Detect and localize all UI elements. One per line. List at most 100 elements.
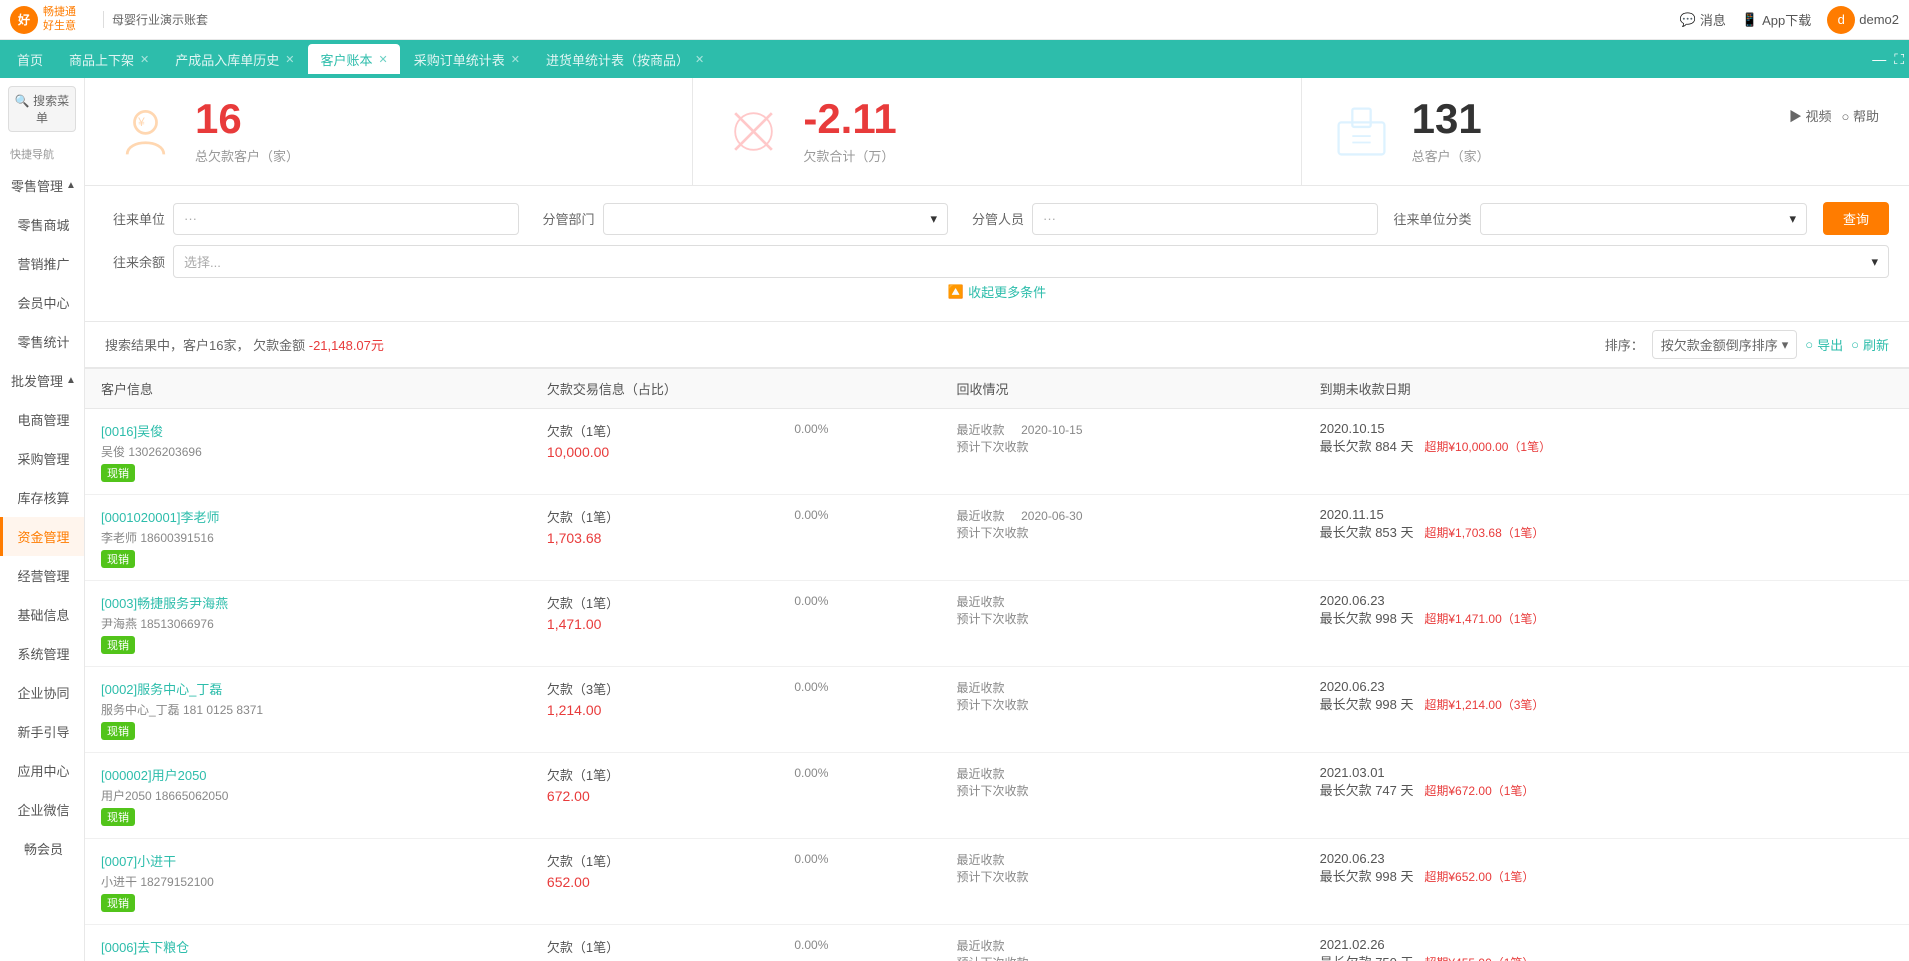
col-debt-info: 欠款交易信息（占比） [531, 369, 941, 409]
debt-amount-3[interactable]: 1,214.00 [547, 702, 754, 718]
col-customer-info: 客户信息 [85, 369, 531, 409]
customer-name-1[interactable]: [0001020001]李老师 [101, 507, 515, 526]
sidebar-ecommerce-label: 电商管理 [17, 413, 69, 428]
tab-stock-stats[interactable]: 进货单统计表（按商品） ✕ [534, 44, 716, 74]
sidebar-item-vip[interactable]: 畅会员 [0, 829, 84, 868]
collapse-label: 收起更多条件 [968, 282, 1046, 301]
sidebar-item-retail-stats[interactable]: 零售统计 [0, 322, 84, 361]
payment-label-6: 最近收款 [956, 937, 1287, 954]
sidebar-item-guide[interactable]: 新手引导 [0, 712, 84, 751]
overdue-info-2: 最长欠款 998 天 超期¥1,471.00（1笔） [1320, 608, 1893, 627]
sidebar-item-ecommerce[interactable]: 电商管理 [0, 400, 84, 439]
sidebar-item-finance[interactable]: 资金管理 [0, 517, 84, 556]
tab-purchase-stats[interactable]: 采购订单统计表 ✕ [402, 44, 532, 74]
tab-product-listing[interactable]: 商品上下架 ✕ [57, 44, 161, 74]
customer-name-0[interactable]: [0016]吴俊 [101, 421, 515, 440]
sidebar-item-enterprise[interactable]: 企业协同 [0, 673, 84, 712]
collapse-button[interactable]: 🔼 收起更多条件 [105, 282, 1889, 301]
sidebar-item-apps[interactable]: 应用中心 [0, 751, 84, 790]
debt-amount-5[interactable]: 652.00 [547, 874, 754, 890]
logo-text: 畅捷通好生意 [43, 6, 76, 32]
stat-debt-amount: -2.11 欠款合计（万） [693, 78, 1301, 185]
tab-stock-history[interactable]: 产成品入库单历史 ✕ [163, 44, 306, 74]
export-button[interactable]: ○ 导出 [1805, 335, 1843, 354]
tab-stock-stats-close[interactable]: ✕ [695, 53, 704, 66]
tab-home[interactable]: 首页 [5, 44, 55, 74]
person-input[interactable]: ··· [1032, 203, 1378, 235]
filter-person: 分管人员 ··· [964, 203, 1378, 235]
cell-debt-2: 欠款（1笔） 1,471.00 [531, 581, 770, 667]
cell-due-2: 2020.06.23 最长欠款 998 天 超期¥1,471.00（1笔） [1304, 581, 1909, 667]
customer-name-4[interactable]: [000002]用户2050 [101, 765, 515, 784]
customer-name-3[interactable]: [0002]服务中心_丁磊 [101, 679, 515, 698]
debt-amount-0[interactable]: 10,000.00 [547, 444, 754, 460]
total-customers-icon [1332, 102, 1392, 162]
due-date-0: 2020.10.15 [1320, 421, 1893, 436]
tab-stock-history-close[interactable]: ✕ [285, 53, 294, 66]
col-payment: 回收情况 [940, 369, 1303, 409]
user-avatar-btn[interactable]: d demo2 [1827, 6, 1899, 34]
sidebar-item-marketing[interactable]: 营销推广 [0, 244, 84, 283]
sidebar-operations-label: 经营管理 [17, 569, 69, 584]
sidebar-item-retail-mgmt[interactable]: 零售管理 ▲ [0, 166, 84, 205]
cell-payment-0: 最近收款 2020-10-15 预计下次收款 [940, 409, 1303, 495]
results-info: 搜索结果中，客户16家， 欠款金额 -21,148.07元 [105, 335, 1605, 354]
dept-select[interactable]: ▾ [603, 203, 949, 235]
cell-debt-pct-2: 0.00% [770, 581, 940, 667]
download-btn[interactable]: 📱 App下载 [1742, 10, 1811, 29]
overdue-amount-5[interactable]: 超期¥652.00（1笔） [1424, 870, 1534, 884]
view-video-btn[interactable]: ▶ 视频 [1789, 106, 1832, 125]
tab-product-listing-close[interactable]: ✕ [140, 53, 149, 66]
source-unit-input[interactable]: ··· [173, 203, 519, 235]
unit-category-select[interactable]: ▾ [1480, 203, 1807, 235]
app-subtitle: 母婴行业演示账套 [103, 11, 208, 28]
balance-select[interactable]: 选择... ▾ [173, 245, 1889, 278]
sidebar-search-btn[interactable]: 🔍 搜索菜单 [8, 86, 76, 132]
tab-customer-account-close[interactable]: ✕ [379, 53, 388, 66]
sidebar-item-wholesale-mgmt[interactable]: 批发管理 ▲ [0, 361, 84, 400]
debt-amount-4[interactable]: 672.00 [547, 788, 754, 804]
sort-select[interactable]: 按欠款金额倒序排序 ▾ [1652, 330, 1798, 359]
tab-customer-account[interactable]: 客户账本 ✕ [308, 44, 399, 74]
cell-customer-4: [000002]用户2050 用户2050 18665062050 现销 [85, 753, 531, 839]
debt-amount-1[interactable]: 1,703.68 [547, 530, 754, 546]
sidebar-item-purchase[interactable]: 采购管理 [0, 439, 84, 478]
customer-name-6[interactable]: [0006]去下粮仓 [101, 937, 515, 956]
tab-fullscreen-icon[interactable]: ⛶ [1894, 51, 1904, 68]
tab-minimize-icon[interactable]: — [1872, 51, 1886, 68]
customer-name-5[interactable]: [0007]小进干 [101, 851, 515, 870]
customer-name-2[interactable]: [0003]畅捷服务尹海燕 [101, 593, 515, 612]
overdue-amount-1[interactable]: 超期¥1,703.68（1笔） [1424, 526, 1544, 540]
sidebar-item-operations[interactable]: 经营管理 [0, 556, 84, 595]
debt-pct-0: 0.00% [794, 422, 828, 436]
content-area: ¥ 16 总欠款客户（家） [85, 78, 1909, 961]
sidebar-item-inventory[interactable]: 库存核算 [0, 478, 84, 517]
customer-tag-4: 现销 [101, 808, 135, 826]
sidebar-item-basic-info[interactable]: 基础信息 [0, 595, 84, 634]
filter-area: 往来单位 ··· 分管部门 ▾ 分管人员 [85, 186, 1909, 322]
filter-row-1: 往来单位 ··· 分管部门 ▾ 分管人员 [105, 202, 1889, 235]
sort-area: 排序： 按欠款金额倒序排序 ▾ ○ 导出 ○ 刷新 [1605, 330, 1889, 359]
debt-amount-label: 欠款合计（万） [803, 146, 896, 165]
sidebar-item-wechat[interactable]: 企业微信 [0, 790, 84, 829]
help-btn[interactable]: ○ 帮助 [1841, 106, 1879, 125]
debt-amount-2[interactable]: 1,471.00 [547, 616, 754, 632]
sidebar-basic-info-label: 基础信息 [17, 608, 69, 623]
sidebar-item-system[interactable]: 系统管理 [0, 634, 84, 673]
sidebar-item-members[interactable]: 会员中心 [0, 283, 84, 322]
sidebar-item-retail-mall[interactable]: 零售商城 [0, 205, 84, 244]
user-avatar: d [1827, 6, 1855, 34]
overdue-amount-2[interactable]: 超期¥1,471.00（1笔） [1424, 612, 1544, 626]
debt-count-4: 欠款（1笔） [547, 765, 754, 784]
overdue-days-6: 最长欠款 750 天 [1320, 955, 1421, 961]
search-button[interactable]: 查询 [1823, 202, 1889, 235]
overdue-amount-4[interactable]: 超期¥672.00（1笔） [1424, 784, 1534, 798]
overdue-amount-6[interactable]: 超期¥455.90（1笔） [1424, 956, 1534, 961]
overdue-amount-3[interactable]: 超期¥1,214.00（3笔） [1424, 698, 1544, 712]
refresh-button[interactable]: ○ 刷新 [1851, 335, 1889, 354]
tab-purchase-stats-close[interactable]: ✕ [511, 53, 520, 66]
overdue-amount-0[interactable]: 超期¥10,000.00（1笔） [1424, 440, 1551, 454]
next-payment-0: 预计下次收款 [956, 438, 1287, 455]
message-btn[interactable]: 💬 消息 [1680, 10, 1726, 29]
view-label: 视频 [1805, 109, 1831, 124]
